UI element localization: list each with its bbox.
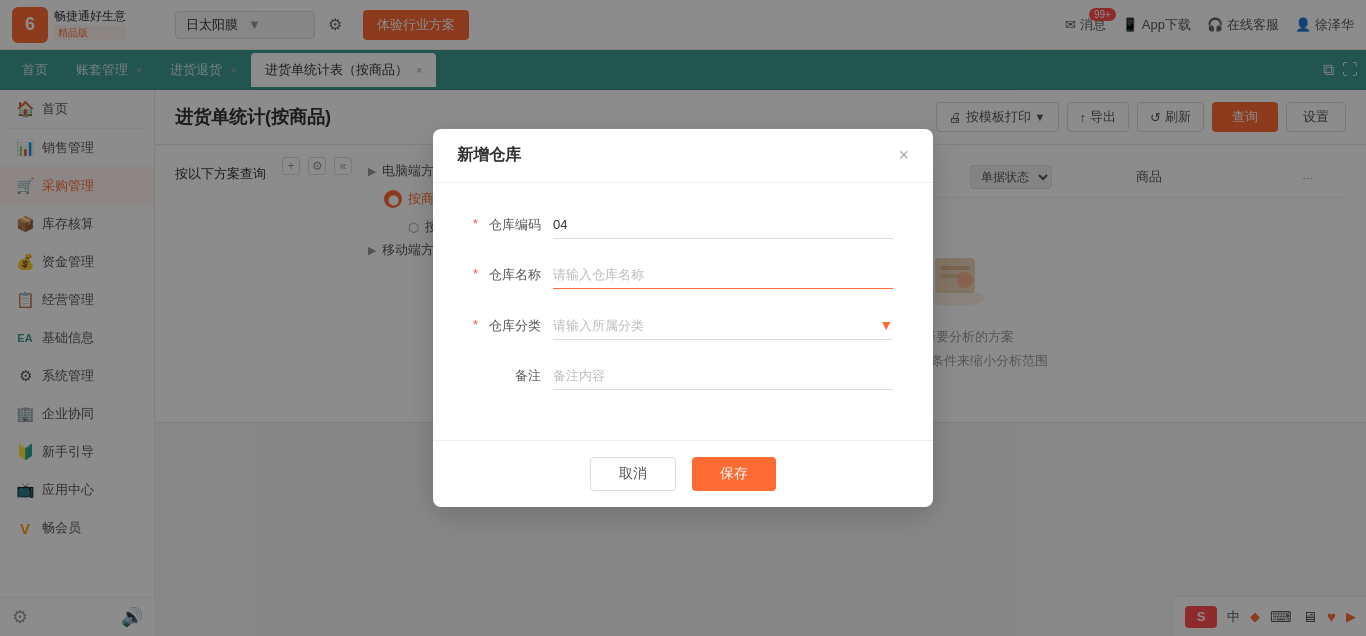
warehouse-code-input[interactable] <box>553 211 893 239</box>
new-warehouse-modal: 新增仓库 × 仓库编码 仓库名称 仓库分类 ▼ <box>433 129 933 507</box>
modal-body: 仓库编码 仓库名称 仓库分类 ▼ 备注 <box>433 183 933 440</box>
warehouse-category-select-row: ▼ <box>553 311 893 340</box>
modal-overlay: 新增仓库 × 仓库编码 仓库名称 仓库分类 ▼ <box>0 0 1366 636</box>
warehouse-remark-input[interactable] <box>553 362 893 390</box>
modal-header: 新增仓库 × <box>433 129 933 183</box>
form-row-remark: 备注 <box>473 362 893 390</box>
warehouse-name-input[interactable] <box>553 261 893 289</box>
category-dropdown-icon[interactable]: ▼ <box>879 317 893 333</box>
modal-close-button[interactable]: × <box>898 145 909 166</box>
form-row-name: 仓库名称 <box>473 261 893 289</box>
cancel-button[interactable]: 取消 <box>590 457 676 491</box>
form-label-category: 仓库分类 <box>473 317 553 335</box>
modal-footer: 取消 保存 <box>433 440 933 507</box>
form-label-remark: 备注 <box>473 367 553 385</box>
save-button[interactable]: 保存 <box>692 457 776 491</box>
form-label-name: 仓库名称 <box>473 266 553 284</box>
form-row-code: 仓库编码 <box>473 211 893 239</box>
modal-title: 新增仓库 <box>457 145 521 166</box>
warehouse-category-input[interactable] <box>553 318 879 333</box>
form-row-category: 仓库分类 ▼ <box>473 311 893 340</box>
form-label-code: 仓库编码 <box>473 216 553 234</box>
